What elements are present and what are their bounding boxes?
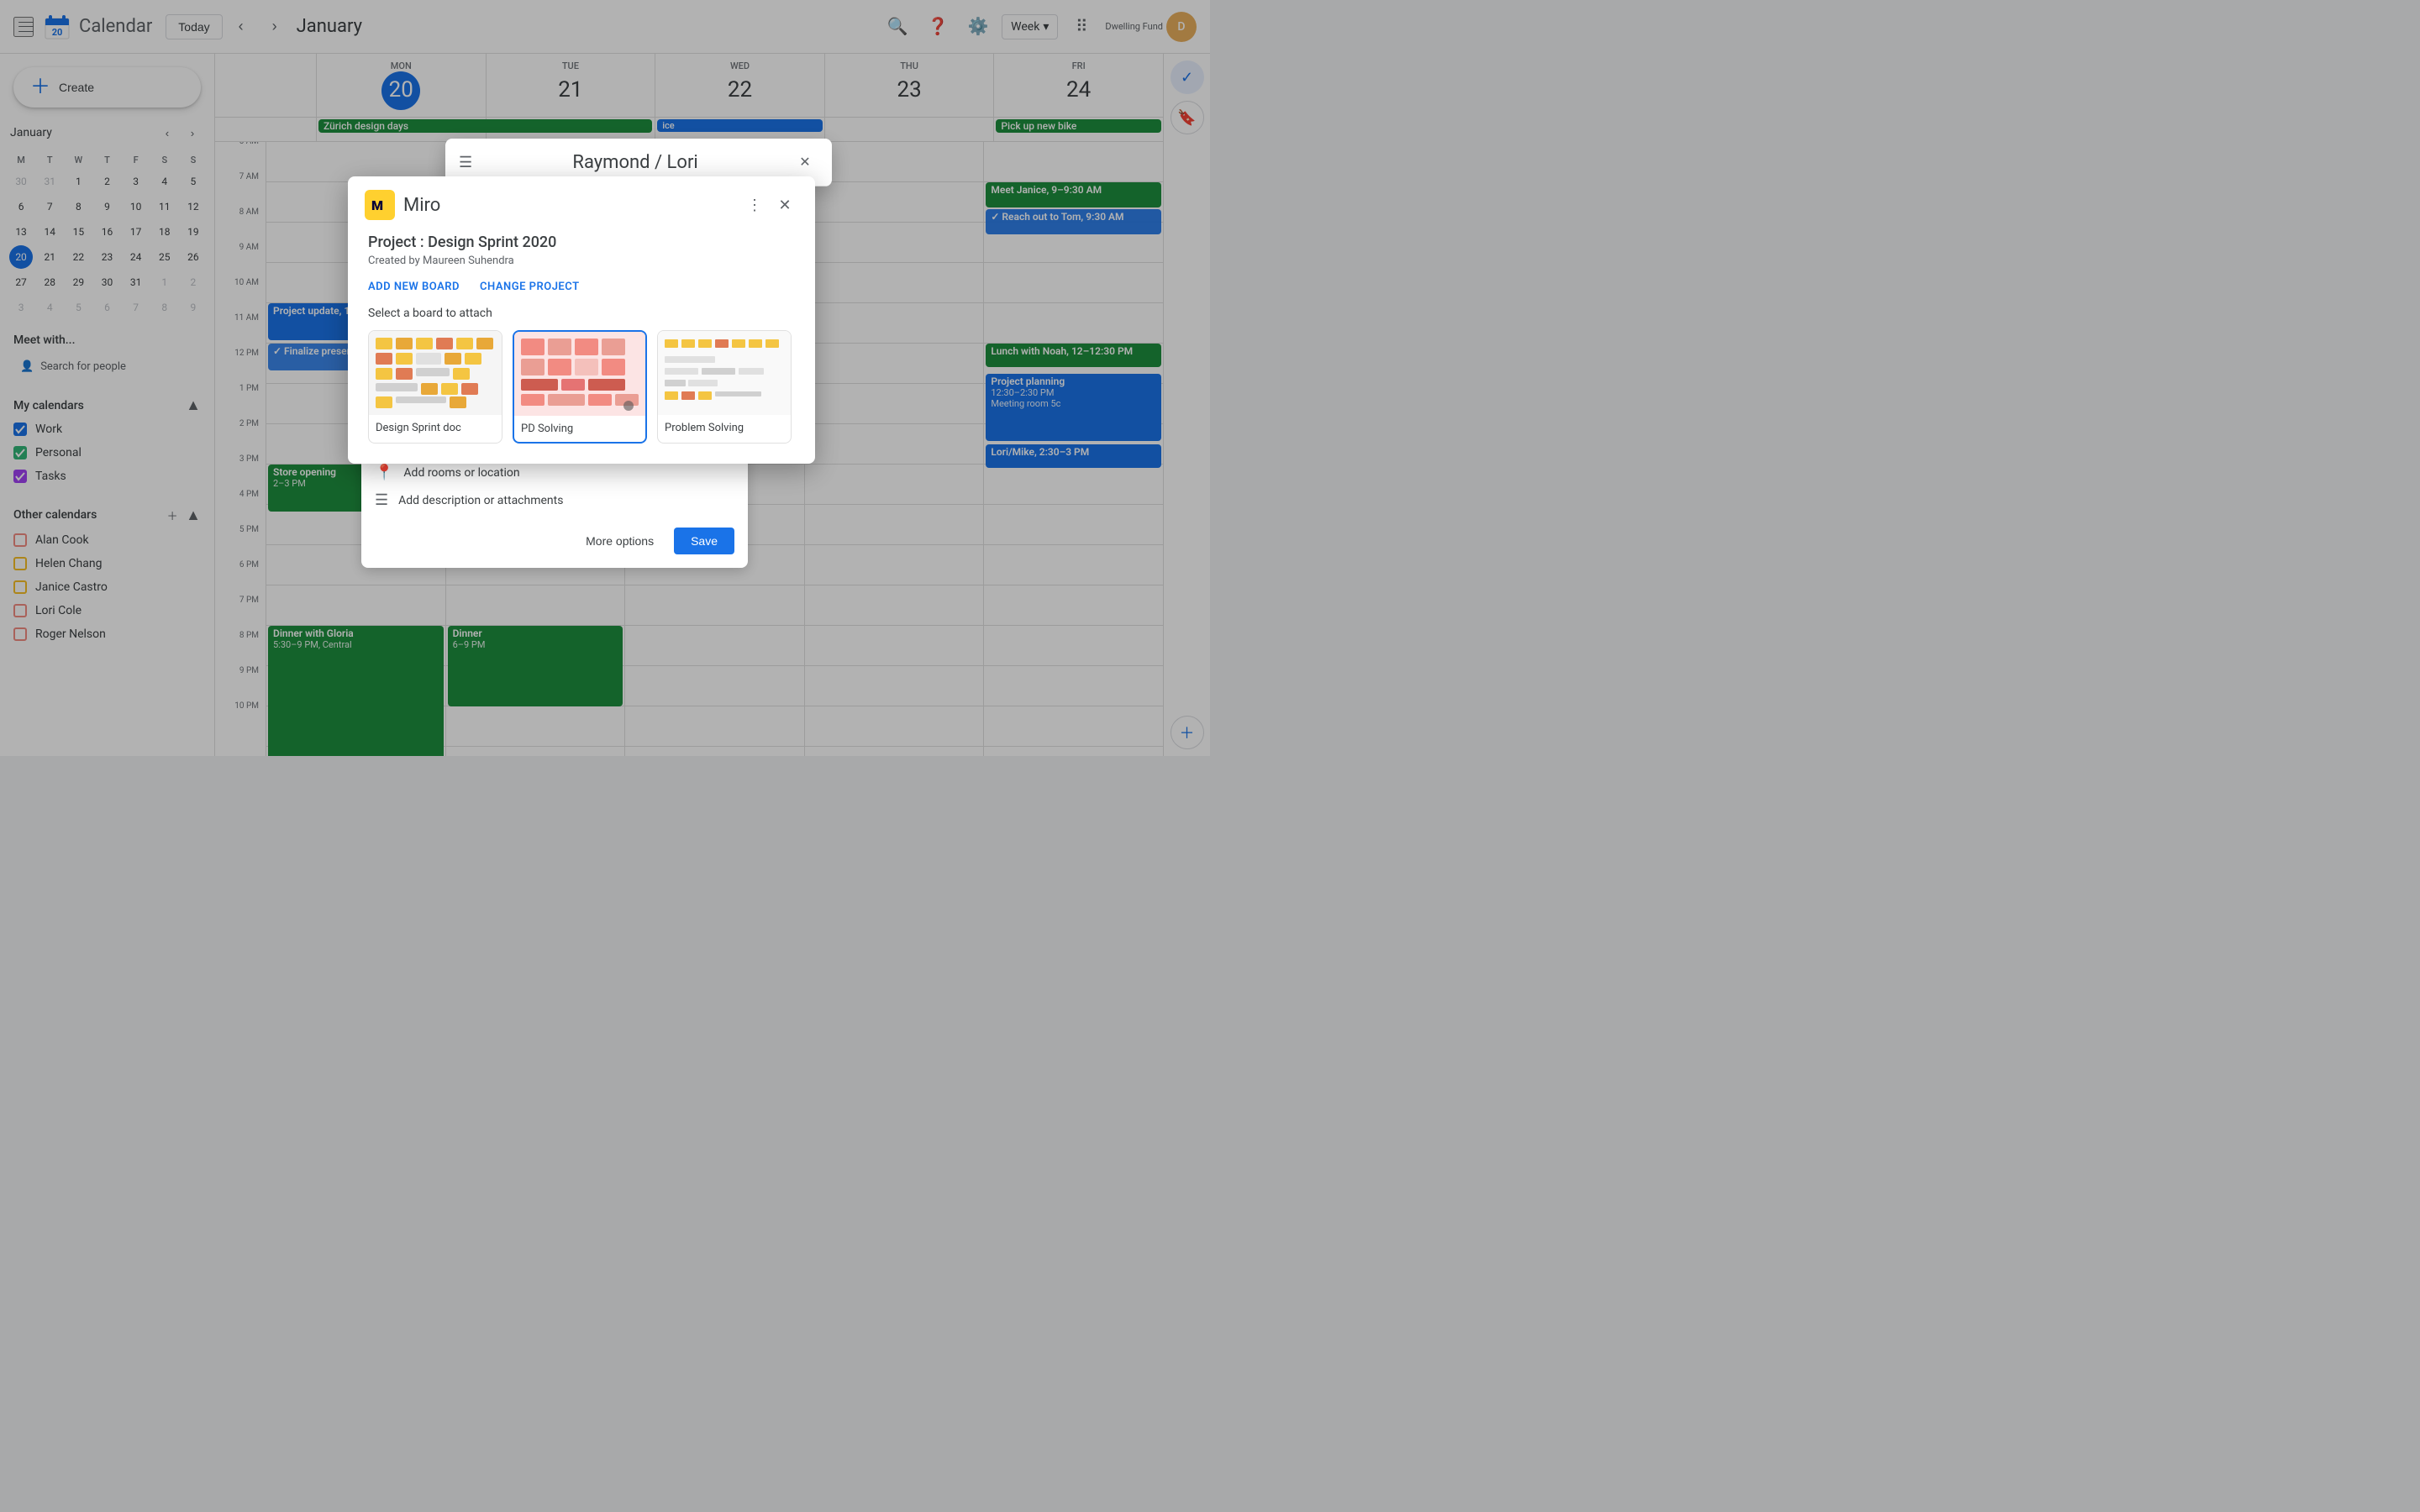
save-button[interactable]: Save bbox=[674, 528, 734, 554]
board-card-design-sprint[interactable]: Design Sprint doc bbox=[368, 330, 502, 444]
miro-logo-area: M Miro bbox=[365, 190, 440, 220]
miro-actions: ADD NEW BOARD CHANGE PROJECT bbox=[368, 281, 795, 293]
miro-more-options-button[interactable]: ⋮ bbox=[741, 192, 768, 218]
description-icon: ☰ bbox=[375, 491, 388, 509]
event-detail-close-button[interactable]: ✕ bbox=[792, 149, 818, 176]
event-detail-title: Raymond / Lori bbox=[479, 152, 792, 173]
more-options-button[interactable]: More options bbox=[572, 528, 667, 554]
event-form-description-row: ☰ Add description or attachments bbox=[375, 486, 734, 514]
board-name-design-sprint: Design Sprint doc bbox=[369, 415, 502, 441]
miro-select-label: Select a board to attach bbox=[368, 307, 795, 320]
miro-close-button[interactable]: ✕ bbox=[771, 192, 798, 218]
miro-boards-grid: Design Sprint doc bbox=[368, 330, 795, 444]
board-thumbnail-design-sprint bbox=[369, 331, 502, 415]
board-name-problem-solving: Problem Solving bbox=[658, 415, 791, 441]
add-description-label[interactable]: Add description or attachments bbox=[398, 494, 563, 507]
add-new-board-link[interactable]: ADD NEW BOARD bbox=[368, 281, 460, 293]
board-name-pd-solving: PD Solving bbox=[514, 416, 645, 442]
miro-logo-icon: M bbox=[365, 190, 395, 220]
event-form-footer: More options Save bbox=[375, 528, 734, 554]
change-project-link[interactable]: CHANGE PROJECT bbox=[480, 281, 580, 293]
miro-project-title: Project : Design Sprint 2020 bbox=[368, 234, 795, 251]
drag-handle-icon: ☰ bbox=[459, 154, 472, 171]
miro-modal: M Miro ⋮ ✕ Project : Design Sprint 2020 … bbox=[348, 176, 815, 464]
board-card-pd-solving[interactable]: PD Solving bbox=[513, 330, 647, 444]
miro-modal-body: Project : Design Sprint 2020 Created by … bbox=[348, 234, 815, 464]
location-icon: 📍 bbox=[375, 464, 393, 481]
board-thumbnail-problem-solving bbox=[658, 331, 791, 415]
svg-text:M: M bbox=[371, 197, 383, 213]
board-thumbnail-pd-solving bbox=[514, 332, 645, 416]
event-detail-actions: ✕ bbox=[792, 149, 818, 176]
add-location-label[interactable]: Add rooms or location bbox=[403, 466, 519, 480]
board-card-problem-solving[interactable]: Problem Solving bbox=[657, 330, 792, 444]
miro-created-by: Created by Maureen Suhendra bbox=[368, 255, 795, 267]
miro-app-name: Miro bbox=[403, 195, 440, 216]
miro-header-actions: ⋮ ✕ bbox=[741, 192, 798, 218]
miro-modal-header: M Miro ⋮ ✕ bbox=[348, 176, 815, 234]
